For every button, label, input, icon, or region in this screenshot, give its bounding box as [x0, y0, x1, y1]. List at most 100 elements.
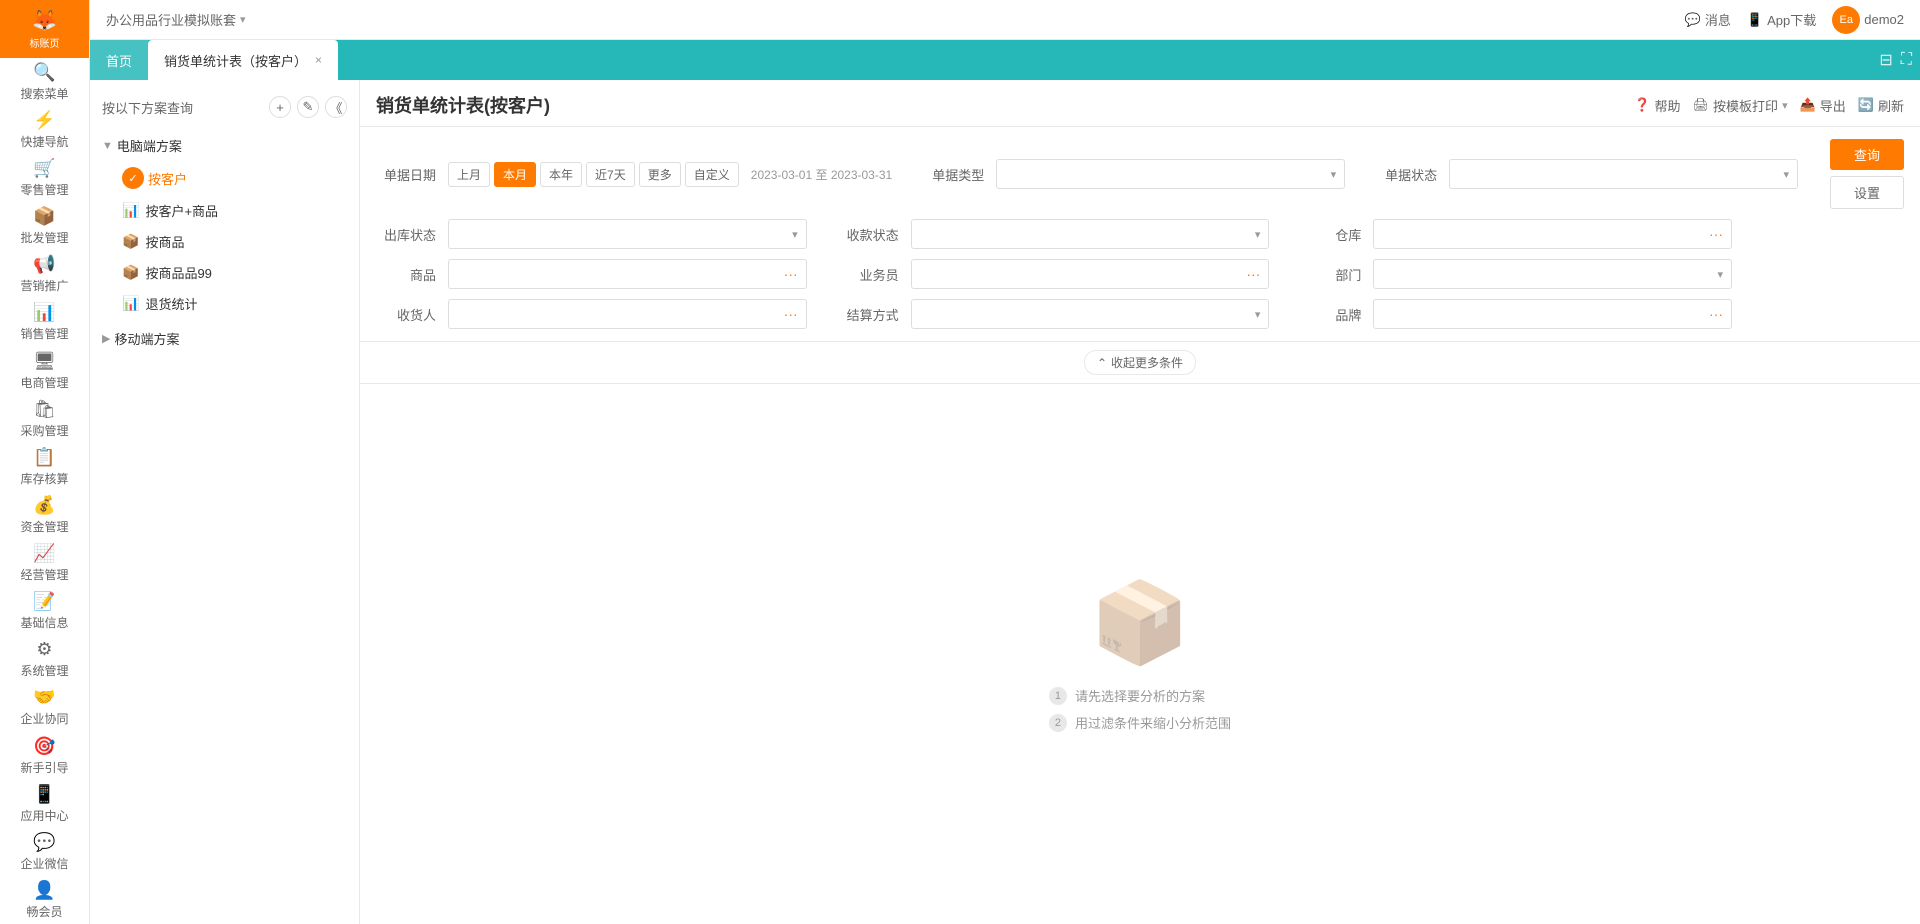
- product-dots[interactable]: ···: [784, 266, 798, 282]
- warehouse-label: 仓库: [1301, 225, 1361, 244]
- help-button[interactable]: ❓ 帮助: [1634, 96, 1680, 115]
- export-button[interactable]: 📤 导出: [1800, 96, 1846, 115]
- sidebar-item-system[interactable]: ⚙ 系统管理: [0, 635, 90, 683]
- collapse-up-icon: ⌃: [1097, 356, 1107, 370]
- tab-bar: 首页 销货单统计表（按客户） × ⊟ ⛶: [90, 40, 1920, 80]
- panel-actions: + ✎ 《: [269, 96, 347, 118]
- scheme-by-customer[interactable]: ✓ 按客户: [90, 161, 359, 195]
- sidebar-item-search[interactable]: 🔍 搜索菜单: [0, 58, 90, 106]
- date-btn-7days[interactable]: 近7天: [586, 162, 635, 187]
- sales-icon: 📊: [33, 302, 55, 323]
- retail-icon: 🛒: [33, 158, 55, 179]
- logo-icon: 🦊: [32, 8, 57, 33]
- tab-active-label: 销货单统计表（按客户）: [164, 51, 307, 70]
- warehouse-input[interactable]: ···: [1373, 219, 1732, 249]
- date-btn-last-month[interactable]: 上月: [448, 162, 490, 187]
- user-profile[interactable]: Ea demo2: [1832, 6, 1904, 34]
- out-status-select[interactable]: ▾: [448, 219, 807, 249]
- scheme-by-customer-product[interactable]: 📊 按客户+商品: [90, 195, 359, 226]
- page-title-bar: 销货单统计表(按客户) ❓ 帮助 🖨 按模板打印 ▾ 📤 导出: [360, 80, 1920, 127]
- tab-close-icon[interactable]: ×: [315, 53, 322, 67]
- empty-tip-1: 1 请先选择要分析的方案: [1049, 686, 1231, 705]
- edit-scheme-button[interactable]: ✎: [297, 96, 319, 118]
- sidebar-item-enterprise[interactable]: 🤝 企业协同: [0, 683, 90, 731]
- refresh-button[interactable]: 🔄 刷新: [1858, 96, 1904, 115]
- salesperson-dots[interactable]: ···: [1246, 266, 1260, 282]
- warehouse-dots[interactable]: ···: [1709, 226, 1723, 242]
- brand-input[interactable]: ···: [1373, 299, 1732, 329]
- sidebar-item-retail[interactable]: 🛒 零售管理: [0, 154, 90, 202]
- scheme-by-product[interactable]: 📦 按商品: [90, 226, 359, 257]
- enterprise-icon: 🤝: [33, 687, 55, 708]
- receiver-dots[interactable]: ···: [784, 306, 798, 322]
- tip-num-1: 1: [1049, 687, 1067, 705]
- sidebar-item-basics[interactable]: 📝 基础信息: [0, 587, 90, 635]
- payment-select[interactable]: ▾: [911, 299, 1270, 329]
- tree-expand-icon: ▼: [102, 140, 113, 152]
- help-icon: ❓: [1634, 97, 1650, 113]
- sidebar-item-marketing[interactable]: 📢 营销推广: [0, 250, 90, 298]
- receipt-status-select[interactable]: ▾: [911, 219, 1270, 249]
- scheme-by-product-label: 按商品: [145, 232, 184, 251]
- sidebar-item-purchase[interactable]: 🛍 采购管理: [0, 395, 90, 443]
- tab-active[interactable]: 销货单统计表（按客户） ×: [148, 40, 338, 80]
- export-label: 导出: [1820, 96, 1846, 115]
- tab-home[interactable]: 首页: [90, 40, 148, 80]
- tab-home-label: 首页: [106, 51, 132, 70]
- newbie-icon: 🎯: [33, 736, 55, 757]
- print-button[interactable]: 🖨 按模板打印 ▾: [1693, 96, 1788, 115]
- sidebar-item-wholesale[interactable]: 📦 批发管理: [0, 202, 90, 250]
- receiver-input[interactable]: ···: [448, 299, 807, 329]
- salesperson-input[interactable]: ···: [911, 259, 1270, 289]
- collapse-more-button[interactable]: ⌃ 收起更多条件: [1084, 350, 1196, 375]
- tab-minimize-icon[interactable]: ⊟: [1879, 50, 1892, 70]
- sidebar-item-appcenter[interactable]: 📱 应用中心: [0, 780, 90, 828]
- download-icon: 📱: [1747, 12, 1763, 28]
- sidebar-item-operations[interactable]: 📈 经营管理: [0, 539, 90, 587]
- brand-dots[interactable]: ···: [1709, 306, 1723, 322]
- sidebar-item-ecommerce[interactable]: 🖥 电商管理: [0, 347, 90, 395]
- collapse-panel-button[interactable]: 《: [325, 96, 347, 118]
- page-title: 销货单统计表(按客户): [376, 92, 550, 118]
- department-select[interactable]: ▾: [1373, 259, 1732, 289]
- app-download-button[interactable]: 📱 App下载: [1747, 10, 1816, 29]
- add-scheme-button[interactable]: +: [269, 96, 291, 118]
- sidebar-item-inventory[interactable]: 📋 库存核算: [0, 443, 90, 491]
- desktop-group-header[interactable]: ▼ 电脑端方案: [90, 130, 359, 161]
- app-download-label: App下载: [1767, 10, 1816, 29]
- sidebar-logo[interactable]: 🦊 标账页: [0, 0, 90, 58]
- query-button[interactable]: 查询: [1830, 139, 1904, 170]
- customer-product-icon: 📊: [122, 202, 139, 219]
- sidebar-item-wechat[interactable]: 💬 企业微信: [0, 828, 90, 876]
- product-input[interactable]: ···: [448, 259, 807, 289]
- scheme-return-stats[interactable]: 📊 退货统计: [90, 288, 359, 319]
- tip-num-2: 2: [1049, 714, 1067, 732]
- sidebar-item-quicknav[interactable]: ⚡ 快捷导航: [0, 106, 90, 154]
- mobile-group-header[interactable]: ▶ 移动端方案: [90, 323, 359, 354]
- mobile-group-label: 移动端方案: [114, 329, 179, 348]
- order-type-select[interactable]: ▾: [996, 159, 1345, 189]
- add-icon: +: [276, 100, 284, 115]
- department-chevron: ▾: [1717, 268, 1723, 281]
- order-status-select[interactable]: ▾: [1449, 159, 1798, 189]
- header-title-dropdown[interactable]: 办公用品行业模拟账套 ▾: [106, 10, 246, 29]
- sidebar-item-sales[interactable]: 📊 销售管理: [0, 298, 90, 346]
- sidebar-item-finance[interactable]: 💰 资金管理: [0, 491, 90, 539]
- sidebar-item-newbie[interactable]: 🎯 新手引导: [0, 732, 90, 780]
- inventory-icon: 📋: [33, 447, 55, 468]
- tab-expand-icon[interactable]: ⛶: [1901, 51, 1912, 69]
- date-btn-custom[interactable]: 自定义: [685, 162, 739, 187]
- date-btn-this-month[interactable]: 本月: [494, 162, 536, 187]
- settings-button[interactable]: 设置: [1830, 176, 1904, 209]
- messages-button[interactable]: 💬 消息: [1685, 10, 1731, 29]
- tip-text-2: 用过滤条件来缩小分析范围: [1075, 713, 1231, 732]
- mobile-expand-icon: ▶: [102, 332, 110, 345]
- date-btn-this-year[interactable]: 本年: [540, 162, 582, 187]
- print-dropdown-icon: ▾: [1782, 99, 1788, 112]
- scheme-by-product-99[interactable]: 📦 按商品品99: [90, 257, 359, 288]
- sidebar: 🦊 标账页 🔍 搜索菜单 ⚡ 快捷导航 🛒 零售管理 📦 批发管理 📢 营销推广…: [0, 0, 90, 924]
- scheme-by-product-99-label: 按商品品99: [145, 263, 211, 282]
- date-btn-more[interactable]: 更多: [639, 162, 681, 187]
- sidebar-item-member[interactable]: 👤 畅会员: [0, 876, 90, 924]
- purchase-icon: 🛍: [33, 399, 56, 420]
